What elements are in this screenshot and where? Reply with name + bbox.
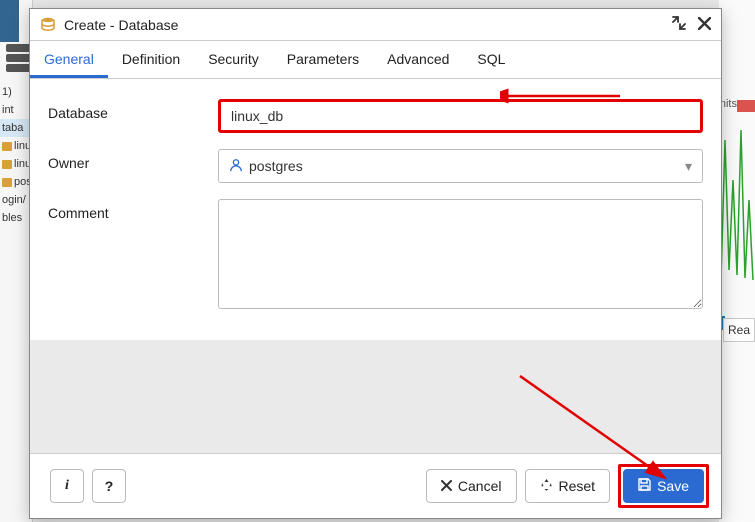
legend-label: Rea [723, 318, 755, 342]
sidebar-row: ogin/ [0, 191, 32, 209]
comment-label: Comment [48, 199, 218, 221]
cancel-button[interactable]: Cancel [426, 469, 517, 503]
save-highlight-annotation: Save [618, 464, 709, 508]
dialog-tabs: General Definition Security Parameters A… [30, 41, 721, 79]
chart-units-label: nits [720, 98, 737, 110]
help-button[interactable]: ? [92, 469, 126, 503]
owner-select[interactable]: postgres ▾ [218, 149, 703, 183]
reset-label: Reset [559, 478, 596, 494]
sidebar-row: 1) [0, 83, 32, 101]
dialog-footer: i ? Cancel Reset Save [30, 453, 721, 518]
save-button[interactable]: Save [623, 469, 704, 503]
reset-button[interactable]: Reset [525, 469, 611, 503]
owner-value: postgres [249, 158, 303, 174]
close-icon[interactable] [698, 17, 711, 33]
dialog-title: Create - Database [64, 17, 178, 33]
sidebar-row: linu [0, 137, 32, 155]
dialog-titlebar: Create - Database [30, 9, 721, 41]
maximize-icon[interactable] [672, 16, 686, 33]
app-right-panel-partial: nits Rea [719, 0, 755, 522]
user-icon [229, 158, 243, 175]
database-icon [40, 17, 56, 33]
sidebar-row: taba [0, 119, 32, 137]
tab-advanced[interactable]: Advanced [373, 41, 463, 78]
save-label: Save [657, 478, 689, 494]
comment-textarea[interactable] [218, 199, 703, 309]
cancel-label: Cancel [458, 478, 502, 494]
create-database-dialog: Create - Database General Definition Sec… [29, 8, 722, 519]
sidebar-row: pos [0, 173, 32, 191]
sidebar-row: linu [0, 155, 32, 173]
owner-label: Owner [48, 149, 218, 171]
tab-security[interactable]: Security [194, 41, 273, 78]
database-label: Database [48, 99, 218, 121]
recycle-icon [540, 478, 553, 494]
chart-red-indicator [737, 100, 755, 112]
tab-parameters[interactable]: Parameters [273, 41, 373, 78]
tab-sql[interactable]: SQL [463, 41, 519, 78]
chevron-down-icon: ▾ [685, 158, 692, 175]
tab-definition[interactable]: Definition [108, 41, 194, 78]
save-disk-icon [638, 478, 651, 494]
sidebar-row: bles [0, 209, 32, 227]
close-icon [441, 478, 452, 494]
database-input[interactable] [218, 99, 703, 133]
sidebar-row: int [0, 101, 32, 119]
tab-general[interactable]: General [30, 41, 108, 78]
dialog-body: Database Owner postgres ▾ [30, 79, 721, 453]
info-button[interactable]: i [50, 469, 84, 503]
chart-sliver [721, 120, 755, 290]
